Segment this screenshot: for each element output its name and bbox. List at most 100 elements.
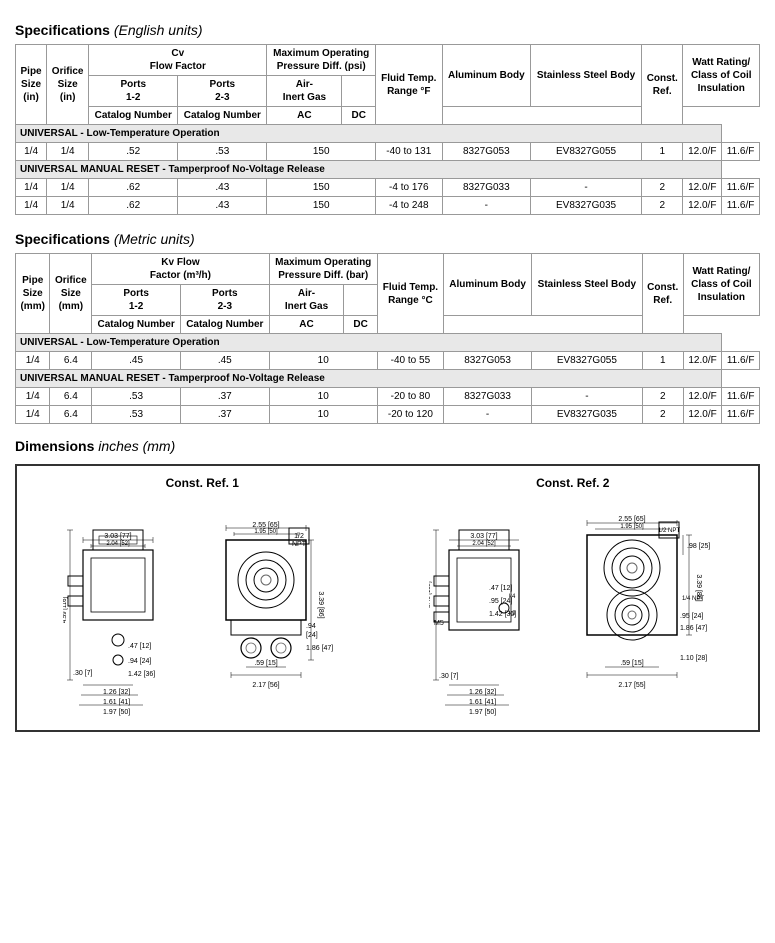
col-kv-ports23-met: Ports2-3 — [180, 285, 269, 316]
table-cell: 8327G033 — [444, 388, 532, 406]
svg-text:3.03 [77]: 3.03 [77] — [105, 533, 132, 540]
table-row: 1/46.4.53.3710-20 to 808327G033-212.0/F1… — [16, 388, 760, 406]
svg-text:1.95 [50]: 1.95 [50] — [255, 529, 279, 535]
svg-text:.30 [7]: .30 [7] — [73, 670, 93, 677]
metric-specs-title: Specifications (Metric units) — [15, 231, 760, 247]
dimensions-box: Const. Ref. 1 — [15, 464, 760, 732]
table-cell: 12.0/F — [683, 197, 722, 215]
table-cell: 1/4 — [16, 197, 47, 215]
svg-text:3.39 [86]: 3.39 [86] — [317, 591, 324, 618]
svg-text:.47 [12]: .47 [12] — [128, 643, 151, 650]
table-row: 1/46.4.53.3710-20 to 120-EV8327G035212.0… — [16, 406, 760, 424]
svg-text:1.86 [47]: 1.86 [47] — [680, 625, 707, 632]
svg-text:2.17 [56]: 2.17 [56] — [253, 682, 280, 689]
table-cell: 1/4 — [47, 143, 89, 161]
col-watt-rating-en: Watt Rating/Class of CoilInsulation — [683, 45, 760, 107]
table-cell: 8327G033 — [442, 179, 531, 197]
table-cell: .53 — [92, 406, 181, 424]
svg-text:2.55 [65]: 2.55 [65] — [253, 522, 280, 529]
svg-text:.95 [24]: .95 [24] — [489, 598, 512, 605]
svg-text:NPT: NPT — [292, 541, 307, 548]
table-cell: - — [442, 197, 531, 215]
svg-text:M5: M5 — [434, 620, 444, 627]
table-cell: .43 — [178, 179, 267, 197]
table-cell: 2 — [642, 406, 683, 424]
svg-text:2.17 [55]: 2.17 [55] — [618, 682, 645, 689]
table-cell: - — [531, 179, 642, 197]
col-watt-rating-met: Watt Rating/Class of CoilInsulation — [683, 254, 759, 316]
table-cell: 1/4 — [16, 388, 50, 406]
const-ref-1-title: Const. Ref. 1 — [27, 476, 378, 490]
table-cell: 2 — [642, 197, 683, 215]
group-header: UNIVERSAL MANUAL RESET - Tamperproof No-… — [16, 161, 722, 179]
const-ref-2-section: Const. Ref. 2 M5 — [398, 476, 749, 720]
col-pipe-size-met: PipeSize(mm) — [16, 254, 50, 334]
english-specs-table: PipeSize(in) OrificeSize(in) CvFlow Fact… — [15, 44, 760, 215]
table-cell: -40 to 131 — [376, 143, 443, 161]
table-cell: 1 — [642, 143, 683, 161]
table-cell: -40 to 55 — [377, 352, 443, 370]
table-cell: 2 — [642, 179, 683, 197]
col-cv-flow-en: CvFlow Factor — [89, 45, 267, 76]
col-cv-ports23-en: Ports2-3 — [178, 76, 267, 107]
const-ref-1-section: Const. Ref. 1 — [27, 476, 378, 720]
svg-text:2.04 [52]: 2.04 [52] — [107, 541, 131, 547]
table-cell: .62 — [89, 197, 178, 215]
table-cell: -20 to 80 — [377, 388, 443, 406]
table-cell: 1 — [642, 352, 683, 370]
table-row: 1/46.4.45.4510-40 to 558327G053EV8327G05… — [16, 352, 760, 370]
table-cell: 2 — [642, 388, 683, 406]
table-cell: 11.6/F — [722, 143, 760, 161]
col-al-catalog-met: Catalog Number — [92, 316, 181, 334]
table-cell: 150 — [267, 143, 376, 161]
col-cv-ports12-en: Ports1-2 — [89, 76, 178, 107]
table-cell: 1/4 — [47, 197, 89, 215]
svg-text:1.95 [50]: 1.95 [50] — [620, 524, 644, 530]
svg-text:.59 [15]: .59 [15] — [255, 660, 278, 667]
table-cell: .37 — [180, 406, 269, 424]
table-cell: 6.4 — [50, 388, 92, 406]
svg-text:3.03 [77]: 3.03 [77] — [470, 533, 497, 540]
col-const-ref-en: Const.Ref. — [642, 45, 683, 125]
table-cell: .53 — [92, 388, 181, 406]
table-cell: .53 — [178, 143, 267, 161]
table-cell: - — [444, 406, 532, 424]
table-cell: 11.6/F — [722, 406, 760, 424]
col-dc-met: DC — [344, 316, 377, 334]
table-cell: 12.0/F — [683, 179, 722, 197]
table-cell: 12.0/F — [683, 388, 721, 406]
group-header: UNIVERSAL - Low-Temperature Operation — [16, 125, 722, 143]
svg-text:.98 [25]: .98 [25] — [687, 543, 710, 550]
table-cell: 10 — [269, 352, 377, 370]
col-const-ref-met: Const.Ref. — [642, 254, 683, 334]
table-cell: 11.6/F — [722, 388, 760, 406]
table-cell: .52 — [89, 143, 178, 161]
table-cell: 1/4 — [16, 406, 50, 424]
table-row: 1/41/4.62.43150-4 to 248-EV8327G035212.0… — [16, 197, 760, 215]
table-cell: .62 — [89, 179, 178, 197]
table-row: 1/41/4.52.53150-40 to 1318327G053EV8327G… — [16, 143, 760, 161]
svg-text:1/4 NPT: 1/4 NPT — [682, 596, 704, 602]
svg-text:.94 [24]: .94 [24] — [128, 658, 151, 665]
svg-text:2.55 [65]: 2.55 [65] — [618, 516, 645, 523]
col-ac-en: AC — [267, 107, 342, 125]
col-max-press-met: Maximum OperatingPressure Diff. (bar) — [269, 254, 377, 285]
svg-text:.47 [12]: .47 [12] — [489, 585, 512, 592]
table-cell: 8327G053 — [442, 143, 531, 161]
col-press-air-met: Air-Inert Gas — [269, 285, 344, 316]
group-header: UNIVERSAL MANUAL RESET - Tamperproof No-… — [16, 370, 722, 388]
svg-text:1.42 [36]: 1.42 [36] — [128, 671, 155, 678]
table-cell: 1/4 — [47, 179, 89, 197]
col-stainless-body-met: Stainless Steel Body — [532, 254, 642, 316]
table-cell: 8327G053 — [444, 352, 532, 370]
table-cell: 11.6/F — [722, 197, 760, 215]
table-cell: 6.4 — [50, 406, 92, 424]
table-cell: EV8327G035 — [531, 197, 642, 215]
svg-text:5.46 [139]: 5.46 [139] — [429, 581, 432, 608]
table-cell: .45 — [92, 352, 181, 370]
col-ac-met: AC — [269, 316, 344, 334]
table-cell: 6.4 — [50, 352, 92, 370]
table-cell: EV8327G035 — [532, 406, 642, 424]
col-orifice-size-met: OrificeSize(mm) — [50, 254, 92, 334]
col-press-blank-met — [344, 285, 377, 316]
